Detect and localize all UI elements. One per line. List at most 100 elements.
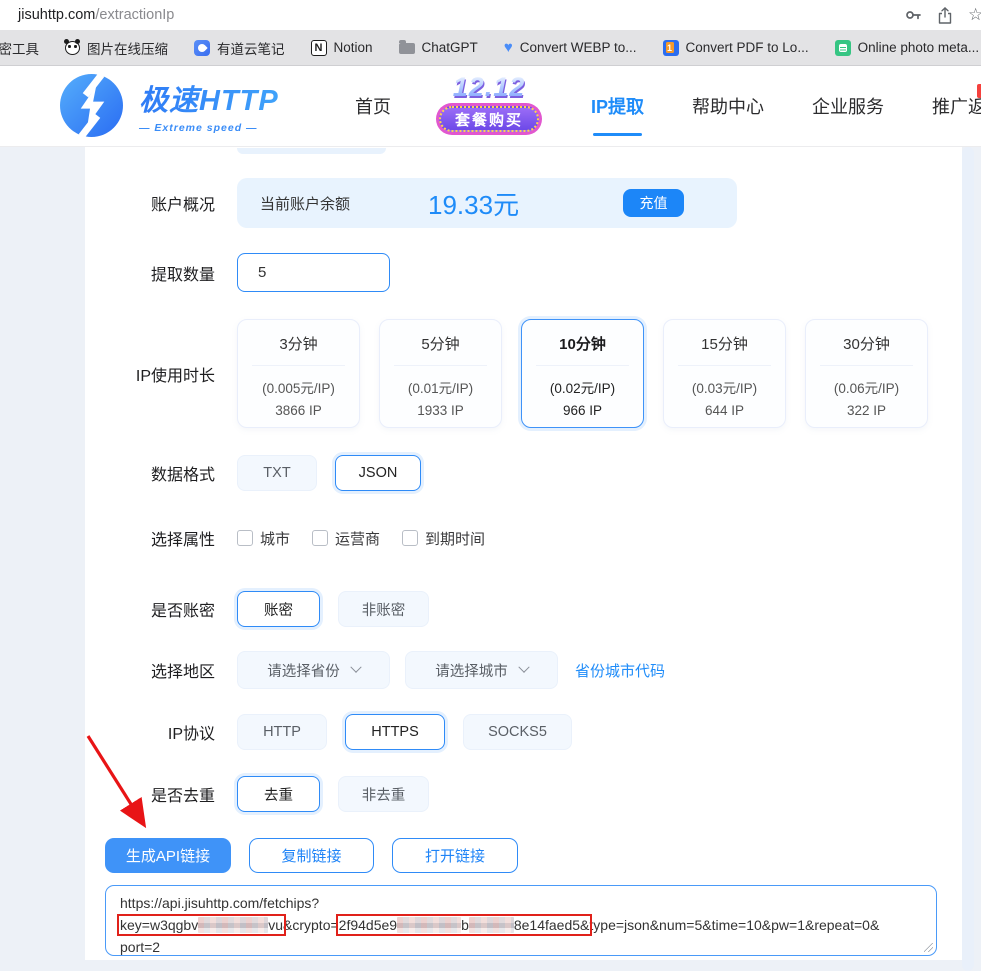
checkbox-icon (237, 530, 253, 546)
page-content: 账户概况 当前账户余额 19.33元 充值 提取数量 5 IP使用时长 3分钟 … (0, 147, 981, 971)
panda-icon (64, 38, 80, 55)
attributes-label: 选择属性 (150, 532, 215, 549)
browser-url-bar[interactable]: jisuhttp.com/extractionIp ☆ (0, 0, 981, 30)
logo-lightning-icon (60, 74, 123, 137)
copy-link-button[interactable]: 复制链接 (249, 838, 374, 873)
pdf-converter-icon (662, 39, 679, 56)
format-option-json[interactable]: JSON (335, 455, 421, 491)
logo-subtitle: — Extreme speed — (139, 122, 258, 134)
site-header: 极速HTTP — Extreme speed — 首页 12.12 套餐购买 I… (0, 66, 981, 147)
site-logo[interactable]: 极速HTTP — Extreme speed — (60, 74, 279, 137)
bookmarks-bar: 加密工具 图片在线压缩 有道云笔记 NNotion ChatGPT ♥Conve… (0, 30, 981, 66)
duration-option-3min[interactable]: 3分钟 (0.005元/IP) 3866 IP (237, 319, 360, 428)
protocol-row: IP协议 HTTP HTTPS SOCKS5 (85, 713, 572, 750)
promo-date: 12.12 (452, 72, 526, 102)
nav-item-enterprise[interactable]: 企业服务 (812, 93, 884, 119)
balance-label: 当前账户余额 (260, 195, 351, 213)
protocol-option-http[interactable]: HTTP (237, 713, 327, 750)
attribute-checkbox-city[interactable]: 城市 (237, 528, 290, 549)
generate-api-link-button[interactable]: 生成API链接 (105, 838, 231, 873)
star-icon[interactable]: ☆ (968, 5, 981, 25)
youdao-icon (194, 39, 210, 56)
promo-pill: 套餐购买 (436, 103, 542, 135)
bookmark-notion[interactable]: N Notion (310, 39, 373, 56)
main-nav: 首页 12.12 套餐购买 IP提取 帮助中心 企业服务 推广返利 (355, 66, 981, 146)
bookmark-photo-meta[interactable]: Online photo meta... (834, 39, 979, 56)
photo-meta-icon (834, 39, 851, 56)
nav-item-ip-extract[interactable]: IP提取 (591, 93, 644, 136)
share-icon[interactable] (938, 6, 952, 24)
dedupe-label: 是否去重 (150, 788, 215, 805)
mosaic-blur-crypto-2 (468, 917, 514, 933)
actions-row: 生成API链接 复制链接 打开链接 (105, 838, 518, 873)
logo-title: 极速HTTP (139, 77, 279, 119)
quantity-row: 提取数量 5 (85, 253, 390, 292)
redacted-crypto-highlight-box: 2f94d5e9 b 8e14faed5& (335, 914, 593, 936)
promo-banner-1212[interactable]: 12.12 套餐购买 (433, 74, 545, 138)
open-link-button[interactable]: 打开链接 (392, 838, 518, 873)
region-label: 选择地区 (150, 664, 215, 681)
region-row: 选择地区 请选择省份 请选择城市 省份城市代码 (85, 651, 665, 689)
nav-item-home[interactable]: 首页 (355, 93, 391, 119)
url-path: /extractionIp (95, 7, 175, 23)
url-host: jisuhttp.com (18, 7, 96, 23)
mosaic-blur-key (198, 917, 269, 933)
quantity-input[interactable]: 5 (237, 253, 390, 292)
attribute-checkbox-expiry[interactable]: 到期时间 (402, 528, 485, 549)
mosaic-blur-crypto-1 (397, 917, 462, 933)
city-select[interactable]: 请选择城市 (405, 651, 558, 689)
nav-red-badge (977, 84, 981, 98)
api-url-textarea[interactable]: https://api.jisuhttp.com/fetchips? key=w… (105, 885, 937, 956)
bookmark-chatgpt-folder[interactable]: ChatGPT (398, 40, 478, 55)
dedupe-option-yes[interactable]: 去重 (237, 776, 320, 812)
protocol-label: IP协议 (167, 725, 215, 743)
bookmark-convert-pdf[interactable]: Convert PDF to Lo... (662, 39, 809, 56)
format-label: 数据格式 (150, 467, 215, 484)
duration-option-30min[interactable]: 30分钟 (0.06元/IP) 322 IP (805, 319, 928, 428)
resize-handle-icon[interactable] (924, 943, 933, 952)
nav-item-help-center[interactable]: 帮助中心 (692, 93, 764, 119)
bookmark-youdao-note[interactable]: 有道云笔记 (194, 38, 285, 58)
api-url-line2: key=w3qgbv vu&crypto=2f94d5e9 b 8e14faed5&t… (116, 914, 880, 936)
auth-row: 是否账密 账密 非账密 (85, 590, 429, 628)
auth-label: 是否账密 (150, 603, 215, 620)
duration-option-5min[interactable]: 5分钟 (0.01元/IP) 1933 IP (379, 319, 502, 428)
protocol-option-socks5[interactable]: SOCKS5 (463, 713, 572, 750)
duration-option-10min[interactable]: 10分钟 (0.02元/IP) 966 IP (521, 319, 644, 428)
recharge-button[interactable]: 充值 (623, 189, 684, 217)
balance-value: 19.33元 (428, 189, 520, 220)
duration-label: IP使用时长 (135, 367, 215, 385)
folder-icon (398, 40, 415, 54)
duration-row: IP使用时长 3分钟 (0.005元/IP) 3866 IP 5分钟 (0.01… (85, 318, 928, 429)
duration-option-15min[interactable]: 15分钟 (0.03元/IP) 644 IP (663, 319, 786, 428)
dedupe-option-no[interactable]: 非去重 (338, 776, 429, 812)
province-select[interactable]: 请选择省份 (237, 651, 390, 689)
account-panel: 当前账户余额 19.33元 充值 (237, 178, 737, 228)
url-text[interactable]: jisuhttp.com/extractionIp (18, 7, 174, 23)
duration-options: 3分钟 (0.005元/IP) 3866 IP 5分钟 (0.01元/IP) 1… (237, 319, 928, 428)
notion-icon: N (310, 39, 327, 56)
account-row: 账户概况 当前账户余额 19.33元 充值 (85, 178, 737, 228)
bookmark-convert-webp[interactable]: ♥ Convert WEBP to... (504, 40, 637, 55)
format-option-txt[interactable]: TXT (237, 455, 317, 491)
attributes-row: 选择属性 城市 运营商 到期时间 (85, 525, 485, 551)
checkbox-icon (402, 530, 419, 546)
extraction-form-card: 账户概况 当前账户余额 19.33元 充值 提取数量 5 IP使用时长 3分钟 … (85, 147, 962, 960)
clipped-element-above (237, 148, 386, 154)
nav-item-referral[interactable]: 推广返利 (932, 93, 981, 119)
bookmark-image-compress[interactable]: 图片在线压缩 (64, 38, 168, 58)
attribute-checkbox-carrier[interactable]: 运营商 (312, 528, 380, 549)
protocol-option-https[interactable]: HTTPS (345, 713, 445, 750)
province-city-code-link[interactable]: 省份城市代码 (575, 660, 665, 681)
auth-option-no-credential[interactable]: 非账密 (338, 591, 429, 627)
bookmark-encrypt-tool[interactable]: 加密工具 (0, 38, 39, 58)
quantity-label: 提取数量 (150, 266, 215, 284)
chevron-down-icon (518, 661, 530, 673)
dedupe-row: 是否去重 去重 非去重 (85, 775, 429, 813)
promo-buy-label: 套餐购买 (439, 106, 539, 132)
scrollbar-track[interactable] (962, 147, 974, 971)
key-icon[interactable] (905, 7, 922, 23)
api-url-line1: https://api.jisuhttp.com/fetchips? (120, 895, 320, 911)
account-label: 账户概况 (150, 197, 215, 214)
auth-option-credential[interactable]: 账密 (237, 591, 320, 627)
